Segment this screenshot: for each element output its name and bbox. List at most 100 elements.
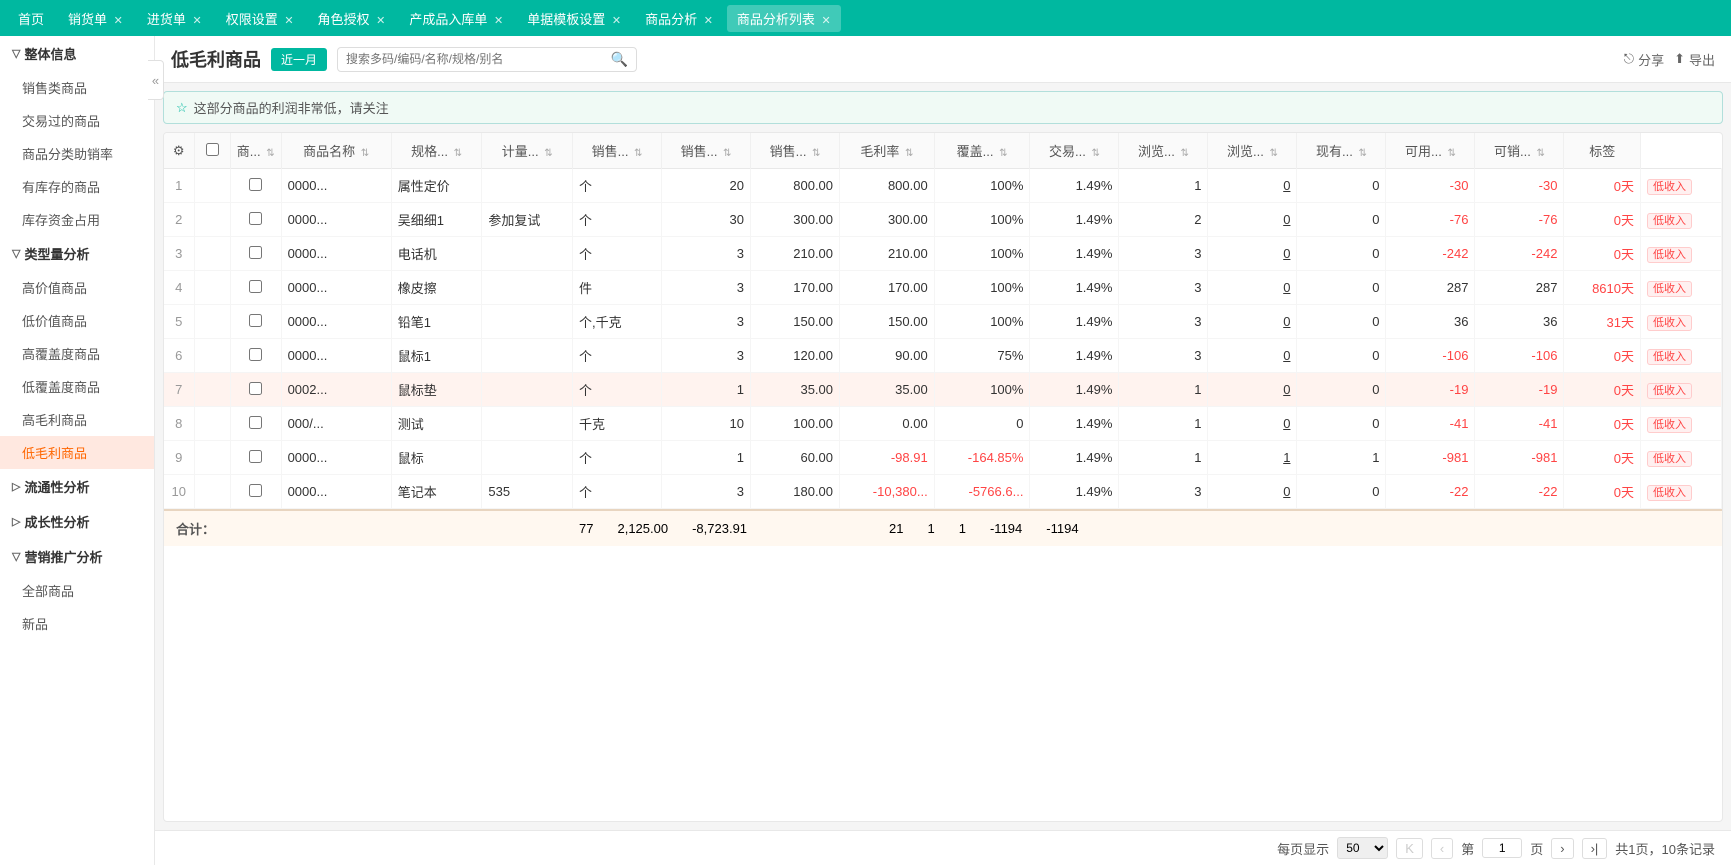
- nav-sales[interactable]: 销货单 ✕: [58, 5, 133, 32]
- sidebar-item-high-coverage[interactable]: 高覆盖度商品: [0, 337, 154, 370]
- th-name[interactable]: 商品名称 ⇅: [281, 133, 391, 169]
- nav-goods-analysis-close[interactable]: ✕: [704, 15, 713, 27]
- th-current[interactable]: 现有... ⇅: [1297, 133, 1386, 169]
- nav-template[interactable]: 单据模板设置 ✕: [517, 5, 631, 32]
- nav-template-close[interactable]: ✕: [612, 15, 621, 27]
- cell-browse1-6[interactable]: 0: [1208, 373, 1297, 407]
- nav-role-close[interactable]: ✕: [376, 15, 385, 27]
- th-available[interactable]: 可用... ⇅: [1386, 133, 1475, 169]
- nav-permission-close[interactable]: ✕: [284, 15, 293, 27]
- sidebar-item-low-gross[interactable]: 低毛利商品: [0, 436, 154, 469]
- th-sales-price[interactable]: 销售... ⇅: [662, 133, 751, 169]
- sidebar-item-low-value[interactable]: 低价值商品: [0, 304, 154, 337]
- cell-unit-8: 个: [573, 441, 662, 475]
- th-cover-rate[interactable]: 覆盖... ⇅: [934, 133, 1030, 169]
- row-checkbox-8[interactable]: [249, 450, 262, 463]
- nav-purchase[interactable]: 进货单 ✕: [137, 5, 212, 32]
- th-browse2[interactable]: 浏览... ⇅: [1208, 133, 1297, 169]
- nav-goods-analysis-list-close[interactable]: ✕: [822, 15, 831, 27]
- sidebar-item-sales-goods[interactable]: 销售类商品: [0, 71, 154, 104]
- th-gross-rate[interactable]: 毛利率 ⇅: [840, 133, 935, 169]
- sidebar-item-all-goods[interactable]: 全部商品: [0, 574, 154, 607]
- search-input[interactable]: [346, 52, 611, 66]
- sidebar-group-circulation[interactable]: ▷ 流通性分析: [0, 469, 154, 504]
- nav-permission[interactable]: 权限设置 ✕: [216, 5, 304, 32]
- sidebar-group-growth-label: 成长性分析: [24, 512, 89, 531]
- cell-checkbox-5[interactable]: [230, 339, 281, 373]
- nav-goods-analysis-list[interactable]: 商品分析列表 ✕: [727, 5, 841, 32]
- sidebar-group-overall[interactable]: ▽ 整体信息: [0, 36, 154, 71]
- cell-browse1-9[interactable]: 0: [1208, 475, 1297, 509]
- row-checkbox-5[interactable]: [249, 348, 262, 361]
- row-checkbox-2[interactable]: [249, 246, 262, 259]
- sidebar-item-inventory-goods[interactable]: 有库存的商品: [0, 170, 154, 203]
- cell-browse1-4[interactable]: 0: [1208, 305, 1297, 339]
- th-checkbox[interactable]: [194, 133, 230, 169]
- th-spec[interactable]: 规格... ⇅: [391, 133, 482, 169]
- sidebar-group-growth[interactable]: ▷ 成长性分析: [0, 504, 154, 539]
- cell-browse1-7[interactable]: 0: [1208, 407, 1297, 441]
- cell-checkbox-1[interactable]: [230, 203, 281, 237]
- sidebar-item-high-gross[interactable]: 高毛利商品: [0, 403, 154, 436]
- sidebar-item-traded-goods[interactable]: 交易过的商品: [0, 104, 154, 137]
- export-btn[interactable]: ⬆ 导出: [1674, 50, 1715, 69]
- row-checkbox-0[interactable]: [249, 178, 262, 191]
- sidebar-group-marketing[interactable]: ▽ 营销推广分析: [0, 539, 154, 574]
- cell-checkbox-4[interactable]: [230, 305, 281, 339]
- cell-checkbox-8[interactable]: [230, 441, 281, 475]
- sidebar-group-type[interactable]: ▽ 类型量分析: [0, 236, 154, 271]
- th-trade[interactable]: 交易... ⇅: [1030, 133, 1119, 169]
- row-checkbox-4[interactable]: [249, 314, 262, 327]
- cell-checkbox-6[interactable]: [230, 373, 281, 407]
- nav-home[interactable]: 首页: [8, 5, 54, 32]
- sidebar-item-new-goods[interactable]: 新品: [0, 607, 154, 640]
- th-settings[interactable]: ⚙: [164, 133, 194, 169]
- cell-checkbox-0[interactable]: [230, 169, 281, 203]
- sidebar-item-low-coverage[interactable]: 低覆盖度商品: [0, 370, 154, 403]
- cell-settings-8: [194, 441, 230, 475]
- next-page-btn[interactable]: ›: [1551, 838, 1573, 859]
- page-input[interactable]: [1482, 838, 1522, 858]
- nav-purchase-close[interactable]: ✕: [192, 15, 201, 27]
- cell-browse1-1[interactable]: 0: [1208, 203, 1297, 237]
- th-tag[interactable]: 标签: [1564, 133, 1641, 169]
- th-sales-qty[interactable]: 销售... ⇅: [573, 133, 662, 169]
- sidebar-item-category-rate[interactable]: 商品分类助销率: [0, 137, 154, 170]
- row-checkbox-6[interactable]: [249, 382, 262, 395]
- select-all-checkbox[interactable]: [206, 143, 219, 156]
- cell-checkbox-2[interactable]: [230, 237, 281, 271]
- sidebar-item-capital[interactable]: 库存资金占用: [0, 203, 154, 236]
- th-sales-amount[interactable]: 销售... ⇅: [751, 133, 840, 169]
- th-unit[interactable]: 计量... ⇅: [482, 133, 573, 169]
- row-checkbox-3[interactable]: [249, 280, 262, 293]
- row-checkbox-1[interactable]: [249, 212, 262, 225]
- nav-sales-close[interactable]: ✕: [114, 15, 123, 27]
- notice-icon: ☆: [176, 100, 188, 116]
- th-browse1[interactable]: 浏览... ⇅: [1119, 133, 1208, 169]
- per-page-select[interactable]: 50 100: [1337, 837, 1388, 859]
- cell-checkbox-9[interactable]: [230, 475, 281, 509]
- nav-product-entry-close[interactable]: ✕: [494, 15, 503, 27]
- cell-checkbox-3[interactable]: [230, 271, 281, 305]
- cell-browse1-0[interactable]: 0: [1208, 169, 1297, 203]
- row-checkbox-9[interactable]: [249, 484, 262, 497]
- cell-browse1-3[interactable]: 0: [1208, 271, 1297, 305]
- table-wrapper[interactable]: ⚙ 商... ⇅ 商品名称 ⇅ 规格... ⇅ 计量... ⇅ 销售... ⇅ …: [163, 132, 1723, 822]
- row-checkbox-7[interactable]: [249, 416, 262, 429]
- prev-page-btn[interactable]: ‹: [1431, 838, 1453, 859]
- share-btn[interactable]: ⎋ 分享: [1624, 50, 1664, 69]
- th-code[interactable]: 商... ⇅: [230, 133, 281, 169]
- nav-goods-analysis[interactable]: 商品分析 ✕: [635, 5, 723, 32]
- cell-browse1-2[interactable]: 0: [1208, 237, 1297, 271]
- sidebar-collapse-btn[interactable]: «: [148, 60, 164, 100]
- filter-btn[interactable]: 近一月: [271, 48, 327, 71]
- sidebar-item-high-value[interactable]: 高价值商品: [0, 271, 154, 304]
- first-page-btn[interactable]: K: [1396, 838, 1423, 859]
- nav-role[interactable]: 角色授权 ✕: [308, 5, 396, 32]
- cell-checkbox-7[interactable]: [230, 407, 281, 441]
- cell-browse1-8[interactable]: 1: [1208, 441, 1297, 475]
- last-page-btn[interactable]: ›|: [1582, 838, 1608, 859]
- th-sellable[interactable]: 可销... ⇅: [1475, 133, 1564, 169]
- nav-product-entry[interactable]: 产成品入库单 ✕: [399, 5, 513, 32]
- cell-browse1-5[interactable]: 0: [1208, 339, 1297, 373]
